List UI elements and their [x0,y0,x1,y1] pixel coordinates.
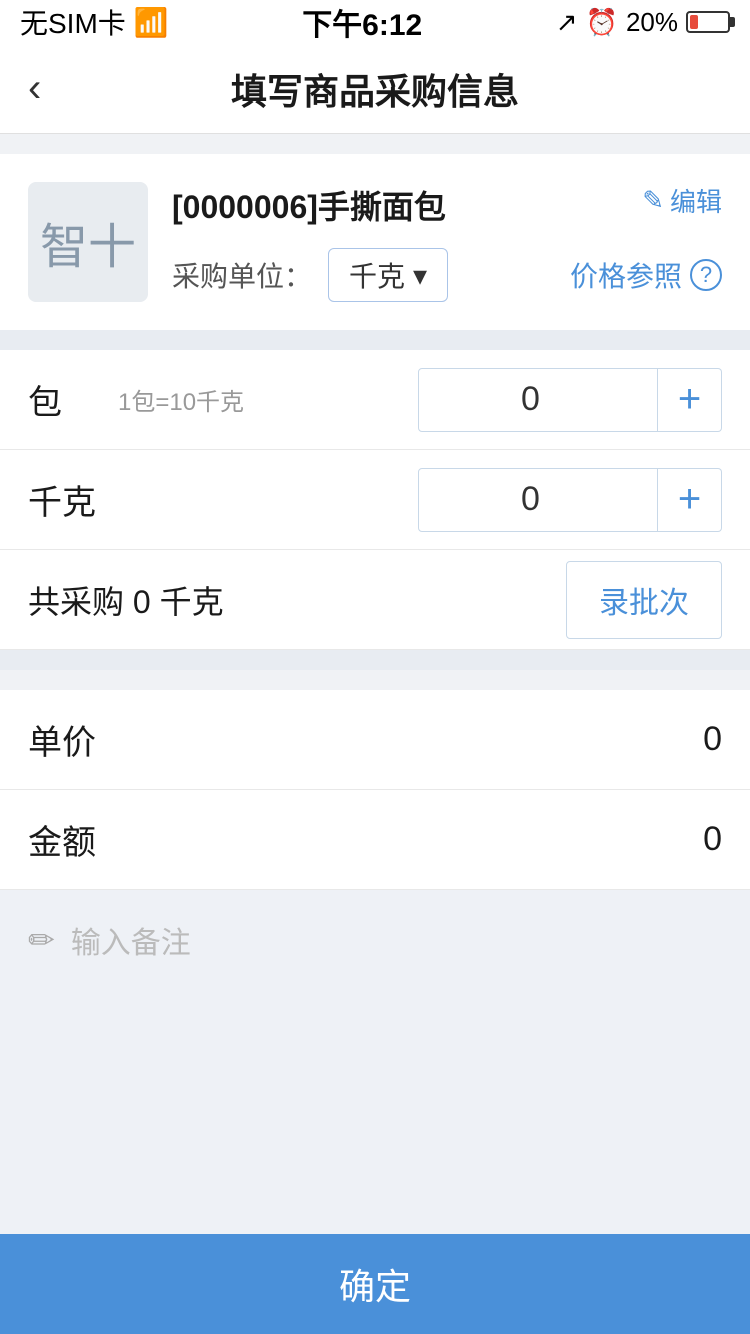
battery-fill [690,15,698,29]
pencil-icon: ✏ [28,921,55,959]
unit-value: 千克 [349,255,405,295]
remark-section[interactable]: ✏ 输入备注 [0,890,750,990]
nav-bar: ‹ 填写商品采购信息 [0,44,750,134]
remark-placeholder: 输入备注 [71,918,191,962]
kg-input-row: 千克 + [0,450,750,550]
input-section: 包 1包=10千克 + 千克 + [0,350,750,550]
carrier-text: 无SIM卡 [20,2,126,42]
status-time: 下午6:12 [302,0,422,44]
product-header: [0000006]手撕面包 ✎ 编辑 [172,182,722,228]
kg-label: 千克 [28,475,108,524]
bag-input-right: + [418,368,722,432]
product-name: [0000006]手撕面包 [172,182,626,228]
page-title: 填写商品采购信息 [231,63,519,115]
status-right: ↗ ⏰ 20% [556,7,730,38]
bag-label: 包 [28,375,108,424]
kg-input-right: + [418,468,722,532]
section-divider-1 [0,330,750,350]
product-image: 智十 [28,182,148,302]
status-bar: 无SIM卡 📶 下午6:12 ↗ ⏰ 20% [0,0,750,44]
batch-button[interactable]: 录批次 [566,561,722,639]
product-logo: 智十 [40,207,136,277]
product-card: 智十 [0000006]手撕面包 ✎ 编辑 采购单位： 千克 ▾ 价格参照 ? [0,154,750,330]
product-info: [0000006]手撕面包 ✎ 编辑 采购单位： 千克 ▾ 价格参照 ? [172,182,722,302]
price-ref-label: 价格参照 [570,255,682,295]
price-section: 单价 0 金额 0 [0,690,750,890]
unit-price-value: 0 [703,720,722,759]
bag-input-row: 包 1包=10千克 + [0,350,750,450]
alarm-icon: ⏰ [586,7,618,38]
battery-percent: 20% [626,7,678,38]
section-divider-2 [0,650,750,670]
unit-price-row: 单价 0 [0,690,750,790]
location-icon: ↗ [556,7,578,38]
total-section: 共采购 0 千克 录批次 [0,550,750,650]
amount-value: 0 [703,820,722,859]
unit-price-label: 单价 [28,715,96,764]
battery-icon [686,11,730,33]
wifi-icon: 📶 [134,6,169,39]
bag-sublabel: 1包=10千克 [118,382,244,417]
amount-row: 金额 0 [0,790,750,890]
kg-plus-button[interactable]: + [658,468,722,532]
edit-label: 编辑 [670,182,722,219]
bag-plus-button[interactable]: + [658,368,722,432]
bag-input[interactable] [418,368,658,432]
price-ref-button[interactable]: 价格参照 ? [570,255,722,295]
back-button[interactable]: ‹ [28,66,41,111]
chevron-down-icon: ▾ [413,259,427,292]
purchase-unit-row: 采购单位： 千克 ▾ 价格参照 ? [172,248,722,302]
edit-button[interactable]: ✎ 编辑 [642,182,722,219]
help-icon: ? [690,259,722,291]
edit-icon: ✎ [642,185,664,216]
amount-label: 金额 [28,815,96,864]
kg-input[interactable] [418,468,658,532]
confirm-button[interactable]: 确定 [0,1234,750,1334]
unit-dropdown[interactable]: 千克 ▾ [328,248,448,302]
content-spacer [0,990,750,1270]
total-text: 共采购 0 千克 [28,577,224,623]
purchase-unit-label: 采购单位： [172,255,312,295]
status-left: 无SIM卡 📶 [20,2,169,42]
